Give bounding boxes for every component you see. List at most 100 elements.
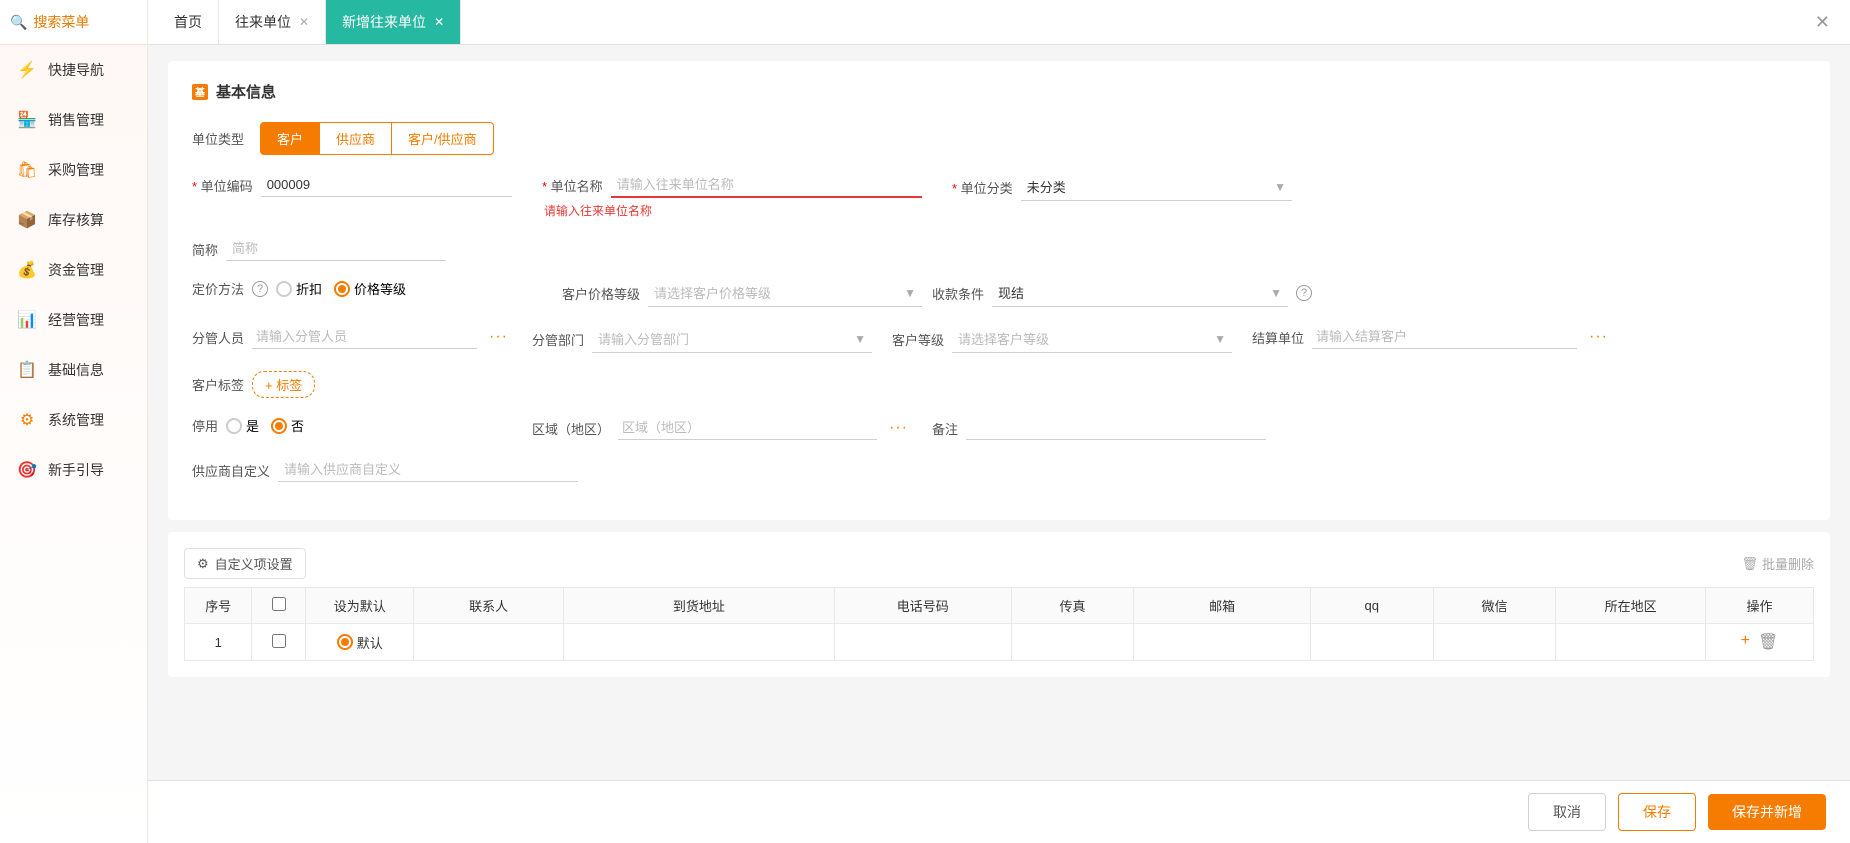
unit-category-arrow: ▼ (1274, 180, 1286, 194)
sidebar-item-guide[interactable]: 🎯 新手引导 (0, 445, 147, 495)
unit-code-input[interactable] (261, 173, 512, 197)
row-qq-input[interactable] (1337, 635, 1407, 650)
unit-category-select[interactable]: 未分类 ▼ (1021, 173, 1292, 201)
short-name-field: 简称 (192, 237, 452, 261)
customer-price-level-label: 客户价格等级 (562, 284, 640, 303)
row-address-input[interactable] (609, 635, 789, 650)
row-contact-input[interactable] (444, 635, 534, 650)
select-all-checkbox[interactable] (272, 597, 286, 611)
manager-row: 分管人员 ··· 分管部门 请输入分管部门 ▼ 客户等级 请 (192, 325, 1806, 353)
btn-type-supplier[interactable]: 供应商 (320, 122, 392, 155)
pricing-method-field: 定价方法 ? 折扣 价格等级 (192, 279, 552, 298)
unit-type-btn-group: 客户 供应商 客户/供应商 (260, 122, 494, 155)
unit-name-input[interactable] (611, 173, 922, 198)
radio-disabled-no[interactable]: 否 (271, 416, 304, 435)
row-contact (414, 624, 564, 661)
row-delete-btn[interactable]: 🗑 (1758, 632, 1778, 652)
batch-delete-btn[interactable]: 🗑 批量删除 (1741, 554, 1814, 573)
unit-name-error: 请输入往来单位名称 (544, 202, 922, 219)
region-input[interactable] (618, 416, 877, 439)
tab-partner[interactable]: 往来单位 ✕ (219, 0, 326, 44)
region-label: 区域（地区） (532, 419, 610, 438)
tab-home[interactable]: 首页 (158, 0, 219, 44)
table-body: 1 默认 (185, 624, 1814, 661)
customer-level-select[interactable]: 请选择客户等级 ▼ (952, 325, 1232, 353)
remark-input[interactable] (966, 416, 1266, 440)
row-checkbox[interactable] (272, 634, 286, 648)
manager-input-wrapper (252, 325, 477, 349)
manager-more-btn[interactable]: ··· (485, 328, 512, 346)
short-name-label: 简称 (192, 240, 218, 259)
save-button[interactable]: 保存 (1618, 793, 1696, 831)
tab-new-partner[interactable]: 新增往来单位 ✕ (326, 0, 461, 44)
radio-price-level-outer (334, 281, 350, 297)
settlement-unit-input[interactable] (1312, 325, 1577, 348)
settlement-unit-label: 结算单位 (1252, 328, 1304, 347)
row-region-input[interactable] (1586, 635, 1676, 650)
section-title: 基 基本信息 (192, 81, 1806, 102)
operations-icon: 📊 (16, 309, 38, 331)
payment-terms-select[interactable]: 现结 ▼ (992, 279, 1288, 307)
tab-partner-close[interactable]: ✕ (299, 15, 309, 29)
tabbar-close-btn[interactable]: ✕ (1805, 12, 1840, 33)
row-email-input[interactable] (1167, 635, 1277, 650)
row-default-radio[interactable]: 默认 (316, 633, 403, 652)
supplier-custom-input[interactable] (278, 458, 578, 482)
payment-terms-label: 收款条件 (932, 284, 984, 303)
settlement-unit-more-btn[interactable]: ··· (1585, 328, 1612, 346)
unit-name-label: 单位名称 (542, 176, 603, 195)
col-check-header (252, 588, 306, 624)
table-header-row: 序号 设为默认 联系人 到货地址 电话号码 传真 邮箱 qq 微信 所在地区 操… (185, 588, 1814, 624)
btn-type-both[interactable]: 客户/供应商 (392, 122, 494, 155)
customer-price-level-placeholder: 请选择客户价格等级 (654, 283, 904, 302)
manager-input[interactable] (252, 325, 477, 348)
customer-level-field: 客户等级 请选择客户等级 ▼ (892, 325, 1232, 353)
sidebar-item-sales[interactable]: 🏪 销售管理 (0, 95, 147, 145)
row-phone-input[interactable] (868, 635, 978, 650)
col-seq-header: 序号 (185, 588, 252, 624)
table-row: 1 默认 (185, 624, 1814, 661)
row-address (563, 624, 834, 661)
system-icon: ⚙ (16, 409, 38, 431)
row-default-radio-outer (337, 634, 353, 650)
sidebar-item-operations[interactable]: 📊 经营管理 (0, 295, 147, 345)
radio-discount[interactable]: 折扣 (276, 279, 322, 298)
footer-bar: 取消 保存 保存并新增 (148, 780, 1850, 843)
region-more-btn[interactable]: ··· (885, 419, 912, 437)
payment-terms-help-icon[interactable]: ? (1296, 285, 1312, 301)
row-wechat-input[interactable] (1459, 635, 1529, 650)
sidebar-item-quick-nav[interactable]: ⚡ 快捷导航 (0, 45, 147, 95)
sidebar: 🔍 搜索菜单 ⚡ 快捷导航 🏪 销售管理 🛍 采购管理 📦 库存核算 💰 资金管… (0, 0, 148, 843)
customer-price-level-arrow: ▼ (904, 286, 916, 300)
col-fax-header: 传真 (1011, 588, 1134, 624)
row-fax-input[interactable] (1037, 635, 1107, 650)
radio-disabled-no-inner (275, 422, 283, 430)
sidebar-search[interactable]: 🔍 搜索菜单 (0, 0, 147, 45)
short-name-input[interactable] (226, 237, 446, 261)
custom-setting-btn[interactable]: ⚙ 自定义项设置 (184, 548, 306, 579)
row-seq: 1 (185, 624, 252, 661)
btn-type-customer[interactable]: 客户 (260, 122, 320, 155)
basic-icon: 📋 (16, 359, 38, 381)
customer-price-level-select[interactable]: 请选择客户价格等级 ▼ (648, 279, 922, 307)
radio-disabled-no-outer (271, 418, 287, 434)
tag-add-btn[interactable]: + 标签 (252, 371, 315, 398)
sidebar-item-system[interactable]: ⚙ 系统管理 (0, 395, 147, 445)
department-select[interactable]: 请输入分管部门 ▼ (592, 325, 872, 353)
sidebar-item-inventory[interactable]: 📦 库存核算 (0, 195, 147, 245)
tab-new-partner-close[interactable]: ✕ (434, 15, 444, 29)
sidebar-item-finance[interactable]: 💰 资金管理 (0, 245, 147, 295)
radio-price-level[interactable]: 价格等级 (334, 279, 406, 298)
department-arrow: ▼ (854, 332, 866, 346)
customer-level-placeholder: 请选择客户等级 (958, 329, 1214, 348)
sidebar-item-purchase[interactable]: 🛍 采购管理 (0, 145, 147, 195)
radio-disabled-yes[interactable]: 是 (226, 416, 259, 435)
customer-price-level-field: 客户价格等级 请选择客户价格等级 ▼ (562, 279, 922, 307)
col-default-header: 设为默认 (306, 588, 414, 624)
pricing-help-icon[interactable]: ? (252, 281, 268, 297)
sidebar-purchase-label: 采购管理 (48, 160, 104, 180)
sidebar-item-basic[interactable]: 📋 基础信息 (0, 345, 147, 395)
save-new-button[interactable]: 保存并新增 (1708, 794, 1826, 830)
cancel-button[interactable]: 取消 (1528, 793, 1606, 831)
row-add-btn[interactable]: + (1741, 632, 1750, 652)
